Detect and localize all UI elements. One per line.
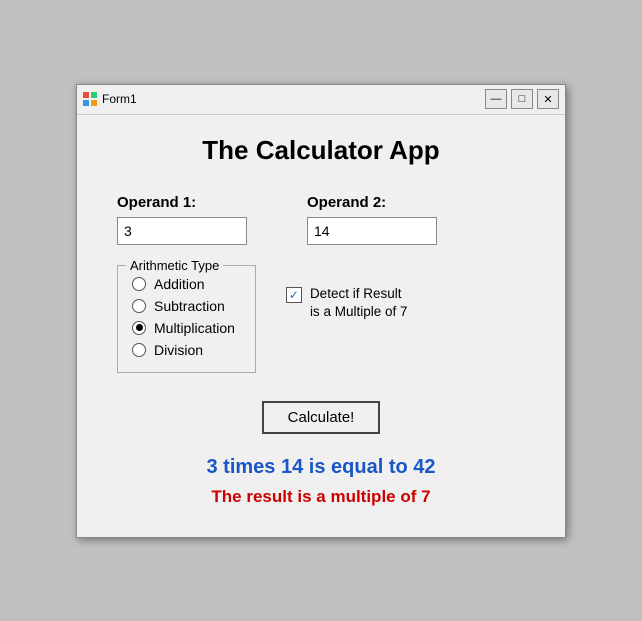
app-window: Form1 — □ ✕ The Calculator App Operand 1… (76, 84, 566, 538)
operand2-label: Operand 2: (307, 194, 437, 211)
detect-checkbox[interactable]: ✓ (286, 287, 302, 303)
radio-division[interactable]: Division (132, 342, 235, 358)
result-primary: 3 times 14 is equal to 42 (117, 456, 525, 479)
radio-subtraction-label: Subtraction (154, 298, 225, 314)
radio-division-circle (132, 343, 146, 357)
detect-label-line1: Detect if Result (310, 286, 402, 301)
title-bar-title: Form1 (102, 92, 137, 106)
operand2-input[interactable] (307, 217, 437, 245)
radio-multiplication-label: Multiplication (154, 320, 235, 336)
operand1-label: Operand 1: (117, 194, 247, 211)
arithmetic-group: Arithmetic Type Addition Subtraction Mul… (117, 265, 256, 373)
radio-division-label: Division (154, 342, 203, 358)
radio-multiplication[interactable]: Multiplication (132, 320, 235, 336)
arithmetic-legend: Arithmetic Type (126, 258, 223, 273)
radio-subtraction-circle (132, 299, 146, 313)
app-title: The Calculator App (117, 135, 525, 166)
calculate-button[interactable]: Calculate! (262, 401, 381, 434)
result-secondary: The result is a multiple of 7 (117, 487, 525, 507)
detect-group[interactable]: ✓ Detect if Result is a Multiple of 7 (286, 285, 408, 321)
operand1-input[interactable] (117, 217, 247, 245)
radio-addition[interactable]: Addition (132, 276, 235, 292)
minimize-button[interactable]: — (485, 89, 507, 109)
window-body: The Calculator App Operand 1: Operand 2:… (77, 115, 565, 537)
close-button[interactable]: ✕ (537, 89, 559, 109)
radio-subtraction[interactable]: Subtraction (132, 298, 235, 314)
radio-addition-label: Addition (154, 276, 205, 292)
operand1-group: Operand 1: (117, 194, 247, 245)
title-bar-buttons: — □ ✕ (485, 89, 559, 109)
radio-multiplication-circle (132, 321, 146, 335)
operands-row: Operand 1: Operand 2: (117, 194, 525, 245)
title-bar: Form1 — □ ✕ (77, 85, 565, 115)
title-bar-left: Form1 (83, 92, 137, 106)
operand2-group: Operand 2: (307, 194, 437, 245)
window-icon (83, 92, 97, 106)
detect-label-line2: is a Multiple of 7 (310, 304, 408, 319)
restore-button[interactable]: □ (511, 89, 533, 109)
middle-row: Arithmetic Type Addition Subtraction Mul… (117, 265, 525, 373)
checkbox-check-mark: ✓ (289, 289, 299, 301)
detect-label: Detect if Result is a Multiple of 7 (310, 285, 408, 321)
calculate-row: Calculate! (117, 401, 525, 434)
radio-addition-circle (132, 277, 146, 291)
